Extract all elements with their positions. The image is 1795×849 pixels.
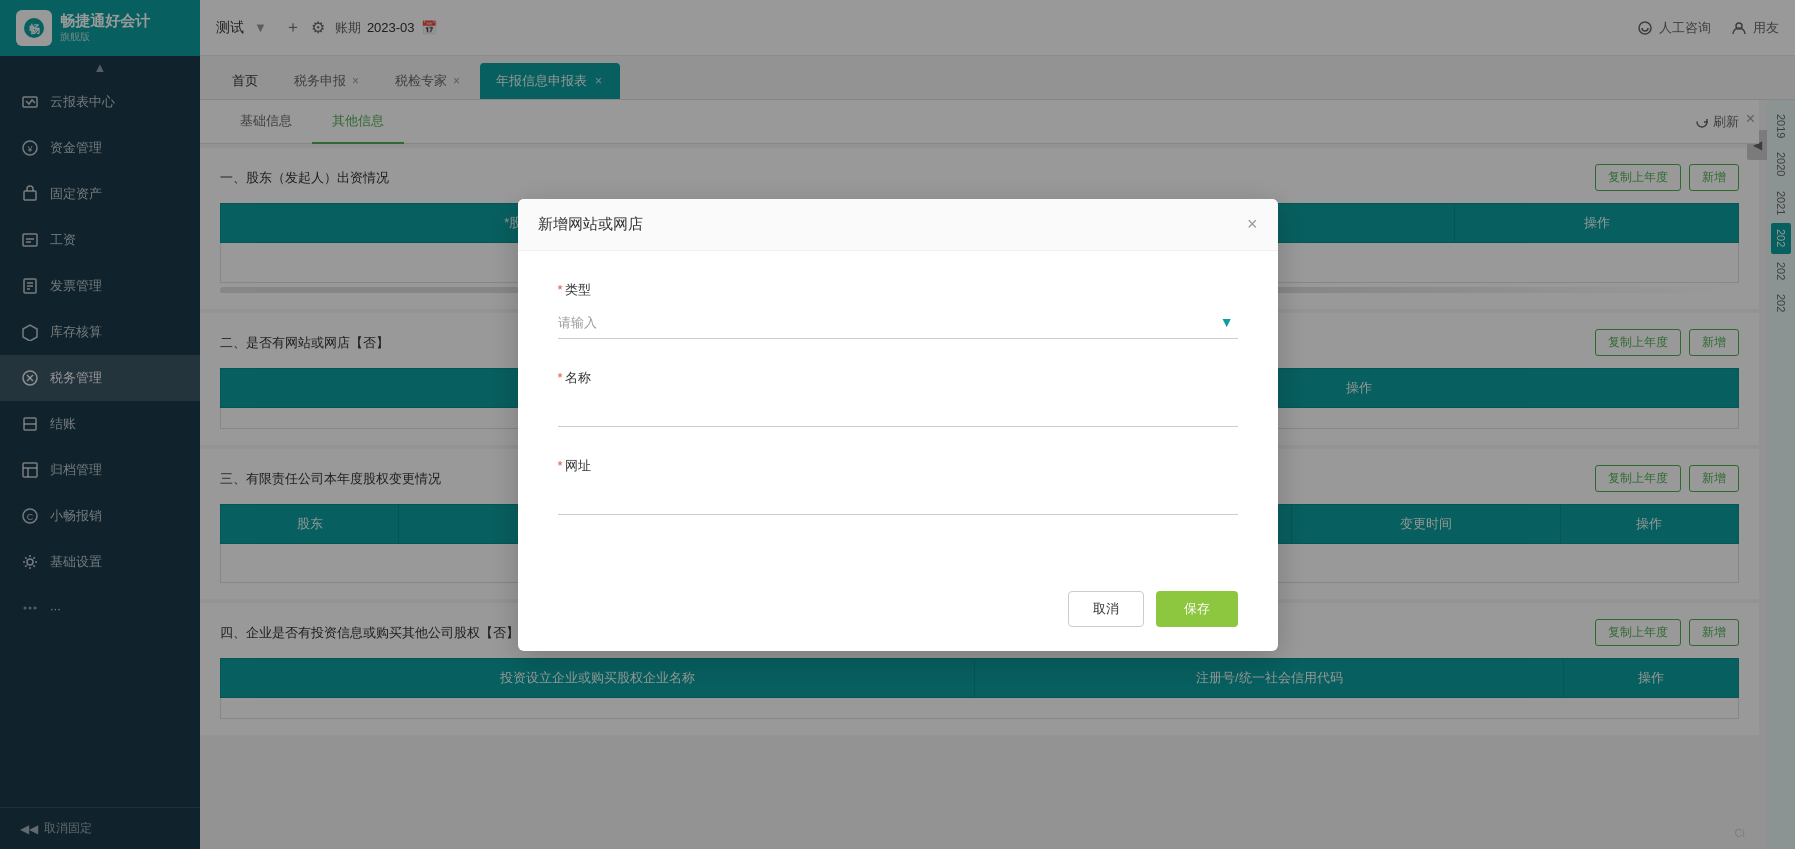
name-label-text: 名称 (565, 369, 591, 387)
add-website-dialog: 新增网站或网店 × * 类型 请输入 ▼ * (518, 199, 1278, 651)
url-input[interactable] (558, 483, 1238, 515)
form-row-name: * 名称 (558, 369, 1238, 427)
form-row-type: * 类型 请输入 ▼ (558, 281, 1238, 339)
name-input[interactable] (558, 395, 1238, 427)
dialog-close-btn[interactable]: × (1247, 215, 1258, 233)
url-label-text: 网址 (565, 457, 591, 475)
dialog-overlay: 新增网站或网店 × * 类型 请输入 ▼ * (0, 0, 1795, 849)
dialog-title: 新增网站或网店 (538, 215, 643, 234)
type-label: * 类型 (558, 281, 1238, 299)
dialog-header: 新增网站或网店 × (518, 199, 1278, 251)
cancel-button[interactable]: 取消 (1068, 591, 1144, 627)
name-required-star: * (558, 370, 563, 385)
type-select-wrapper: 请输入 ▼ (558, 307, 1238, 339)
save-button[interactable]: 保存 (1156, 591, 1238, 627)
form-row-url: * 网址 (558, 457, 1238, 515)
type-label-text: 类型 (565, 281, 591, 299)
url-required-star: * (558, 458, 563, 473)
dialog-footer: 取消 保存 (518, 575, 1278, 651)
type-required-star: * (558, 282, 563, 297)
name-label: * 名称 (558, 369, 1238, 387)
type-select[interactable]: 请输入 (558, 307, 1238, 338)
url-label: * 网址 (558, 457, 1238, 475)
dialog-body: * 类型 请输入 ▼ * 名称 (518, 251, 1278, 575)
